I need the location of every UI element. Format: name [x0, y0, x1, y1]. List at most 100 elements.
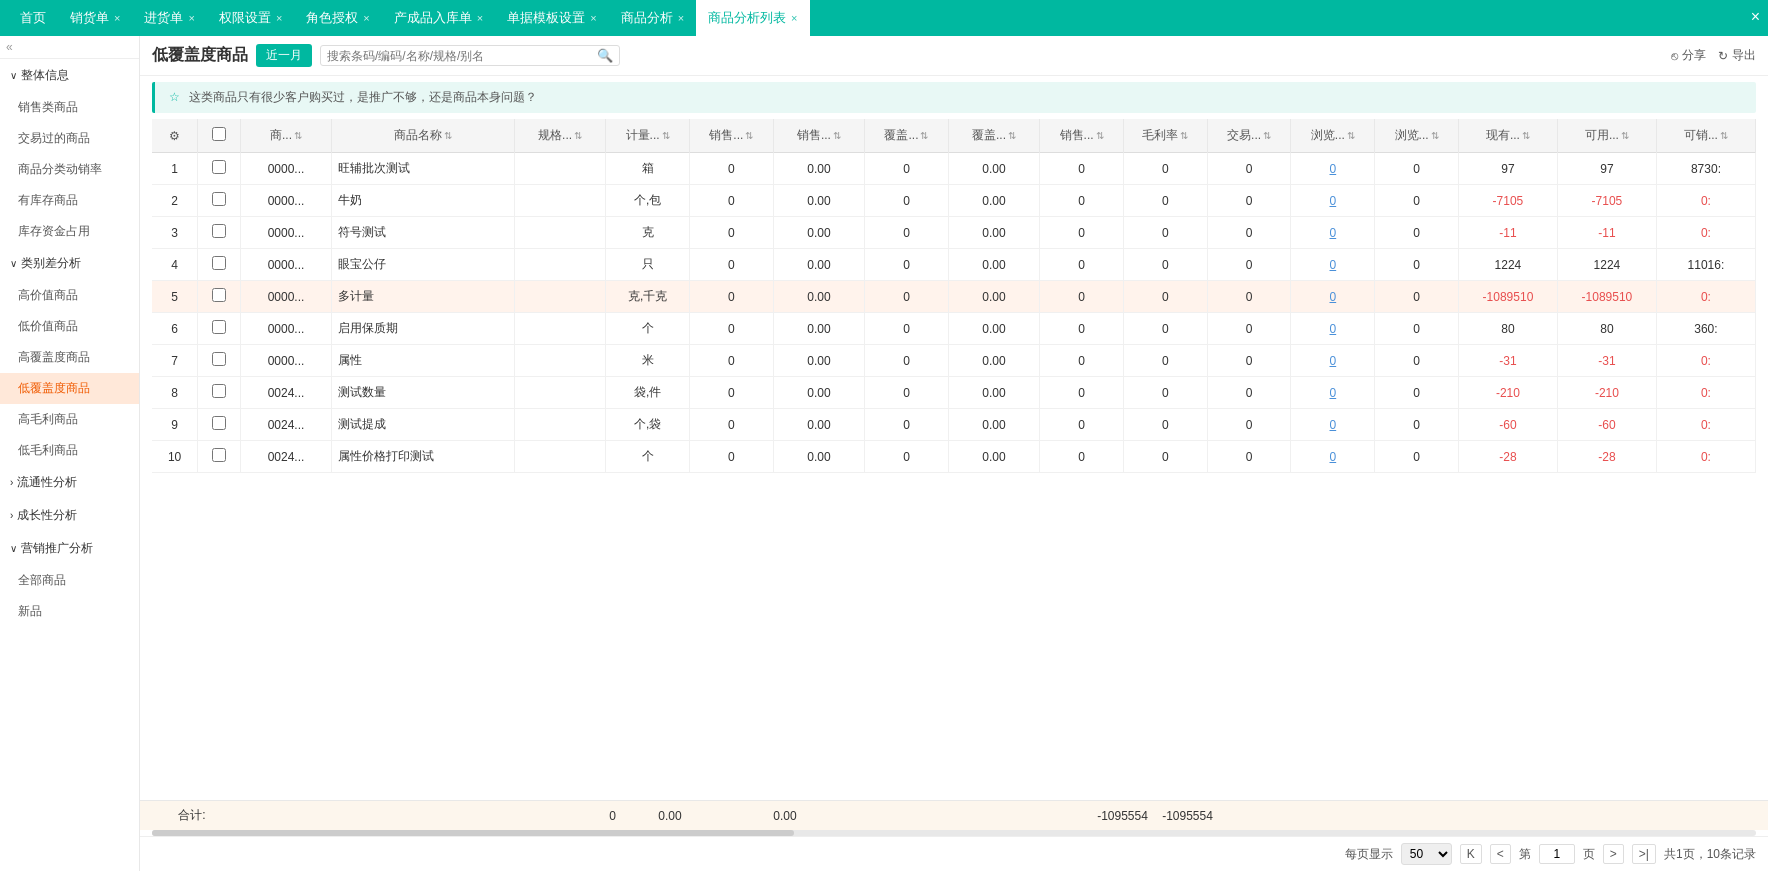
row-checkbox-cell[interactable]: [198, 281, 241, 313]
close-icon[interactable]: ×: [276, 12, 282, 24]
window-close-button[interactable]: ×: [1751, 8, 1760, 26]
row-code: 0000...: [240, 249, 331, 281]
sidebar-item-stock-capital[interactable]: 库存资金占用: [0, 216, 139, 247]
row-checkbox-cell[interactable]: [198, 409, 241, 441]
row-browse1[interactable]: 0: [1291, 377, 1375, 409]
row-checkbox[interactable]: [212, 224, 226, 238]
row-sales-qty: 0: [690, 441, 774, 473]
row-browse2: 0: [1375, 153, 1459, 185]
page-number-input[interactable]: [1539, 844, 1575, 864]
header-actions: ⎋ 分享 ↻ 导出: [1671, 47, 1756, 64]
row-checkbox-cell[interactable]: [198, 249, 241, 281]
close-icon[interactable]: ×: [678, 12, 684, 24]
sidebar-item-all-goods[interactable]: 全部商品: [0, 565, 139, 596]
sidebar-section-growth[interactable]: › 成长性分析: [0, 499, 139, 532]
row-checkbox[interactable]: [212, 288, 226, 302]
row-browse1[interactable]: 0: [1291, 409, 1375, 441]
row-checkbox-cell[interactable]: [198, 377, 241, 409]
row-checkbox-cell[interactable]: [198, 153, 241, 185]
nav-tab-sales[interactable]: 销货单 ×: [58, 0, 132, 36]
sidebar-item-high-margin[interactable]: 高毛利商品: [0, 404, 139, 435]
nav-tab-permission[interactable]: 权限设置 ×: [207, 0, 294, 36]
sidebar-item-low-margin[interactable]: 低毛利商品: [0, 435, 139, 466]
row-browse1[interactable]: 0: [1291, 249, 1375, 281]
row-spec: [514, 281, 605, 313]
nav-tab-purchase[interactable]: 进货单 ×: [132, 0, 206, 36]
row-checkbox[interactable]: [212, 448, 226, 462]
row-code: 0000...: [240, 281, 331, 313]
row-num: 7: [152, 345, 198, 377]
close-icon[interactable]: ×: [590, 12, 596, 24]
sidebar-section-marketing[interactable]: ∨ 营销推广分析: [0, 532, 139, 565]
row-checkbox[interactable]: [212, 160, 226, 174]
nav-tab-template[interactable]: 单据模板设置 ×: [495, 0, 608, 36]
row-unit: 克: [606, 217, 690, 249]
last-page-button[interactable]: >|: [1632, 844, 1656, 864]
search-input[interactable]: [327, 49, 597, 63]
row-browse1[interactable]: 0: [1291, 217, 1375, 249]
row-browse1[interactable]: 0: [1291, 153, 1375, 185]
column-trade: 交易...⇅: [1207, 119, 1291, 153]
nav-tab-role[interactable]: 角色授权 ×: [294, 0, 381, 36]
row-browse1[interactable]: 0: [1291, 345, 1375, 377]
row-checkbox[interactable]: [212, 256, 226, 270]
prev-page-button[interactable]: <: [1490, 844, 1511, 864]
close-icon[interactable]: ×: [477, 12, 483, 24]
row-checkbox-cell[interactable]: [198, 217, 241, 249]
column-gross-rate: 毛利率⇅: [1123, 119, 1207, 153]
sidebar-item-low-value[interactable]: 低价值商品: [0, 311, 139, 342]
row-available: -1089510: [1557, 281, 1656, 313]
next-page-button[interactable]: >: [1603, 844, 1624, 864]
total-label: 合计:: [152, 807, 232, 824]
row-num: 9: [152, 409, 198, 441]
first-page-button[interactable]: K: [1460, 844, 1482, 864]
sidebar-item-traded-goods[interactable]: 交易过的商品: [0, 123, 139, 154]
close-icon[interactable]: ×: [791, 12, 797, 24]
row-checkbox-cell[interactable]: [198, 313, 241, 345]
sidebar-item-category-sales-rate[interactable]: 商品分类动销率: [0, 154, 139, 185]
total-available: -1095554: [1155, 809, 1220, 823]
row-sales-qty: 0: [690, 345, 774, 377]
nav-tab-analysis[interactable]: 商品分析 ×: [609, 0, 696, 36]
row-checkbox-cell[interactable]: [198, 185, 241, 217]
nav-tab-home[interactable]: 首页: [8, 0, 58, 36]
sidebar-item-high-coverage[interactable]: 高覆盖度商品: [0, 342, 139, 373]
row-browse1[interactable]: 0: [1291, 185, 1375, 217]
row-checkbox[interactable]: [212, 320, 226, 334]
row-code: 0000...: [240, 185, 331, 217]
sidebar-item-low-coverage[interactable]: 低覆盖度商品: [0, 373, 139, 404]
close-icon[interactable]: ×: [188, 12, 194, 24]
export-icon: ↻: [1718, 49, 1728, 63]
sidebar-item-high-value[interactable]: 高价值商品: [0, 280, 139, 311]
row-browse2: 0: [1375, 313, 1459, 345]
row-checkbox[interactable]: [212, 352, 226, 366]
row-checkbox-cell[interactable]: [198, 345, 241, 377]
close-icon[interactable]: ×: [114, 12, 120, 24]
nav-tab-product[interactable]: 产成品入库单 ×: [382, 0, 495, 36]
sidebar-item-stock-goods[interactable]: 有库存商品: [0, 185, 139, 216]
row-checkbox[interactable]: [212, 192, 226, 206]
export-button[interactable]: ↻ 导出: [1718, 47, 1756, 64]
row-checkbox[interactable]: [212, 384, 226, 398]
row-checkbox-cell[interactable]: [198, 441, 241, 473]
row-spec: [514, 409, 605, 441]
per-page-select[interactable]: 50 10 20 100: [1401, 843, 1452, 865]
sidebar-section-category[interactable]: ∨ 类别差分析: [0, 247, 139, 280]
row-browse1[interactable]: 0: [1291, 281, 1375, 313]
period-button[interactable]: 近一月: [256, 44, 312, 67]
column-settings[interactable]: ⚙: [152, 119, 198, 153]
sidebar-collapse-button[interactable]: «: [0, 36, 139, 59]
total-current-stock: -1095554: [1090, 809, 1155, 823]
sidebar-item-new-goods[interactable]: 新品: [0, 596, 139, 627]
row-checkbox[interactable]: [212, 416, 226, 430]
sidebar-section-liquidity[interactable]: › 流通性分析: [0, 466, 139, 499]
share-button[interactable]: ⎋ 分享: [1671, 47, 1706, 64]
select-all-checkbox[interactable]: [212, 127, 226, 141]
nav-tab-analysis-list[interactable]: 商品分析列表 ×: [696, 0, 809, 36]
sidebar-item-sales-goods[interactable]: 销售类商品: [0, 92, 139, 123]
row-browse1[interactable]: 0: [1291, 313, 1375, 345]
row-sales-qty: 0: [690, 153, 774, 185]
sidebar-section-overall[interactable]: ∨ 整体信息: [0, 59, 139, 92]
close-icon[interactable]: ×: [363, 12, 369, 24]
row-browse1[interactable]: 0: [1291, 441, 1375, 473]
